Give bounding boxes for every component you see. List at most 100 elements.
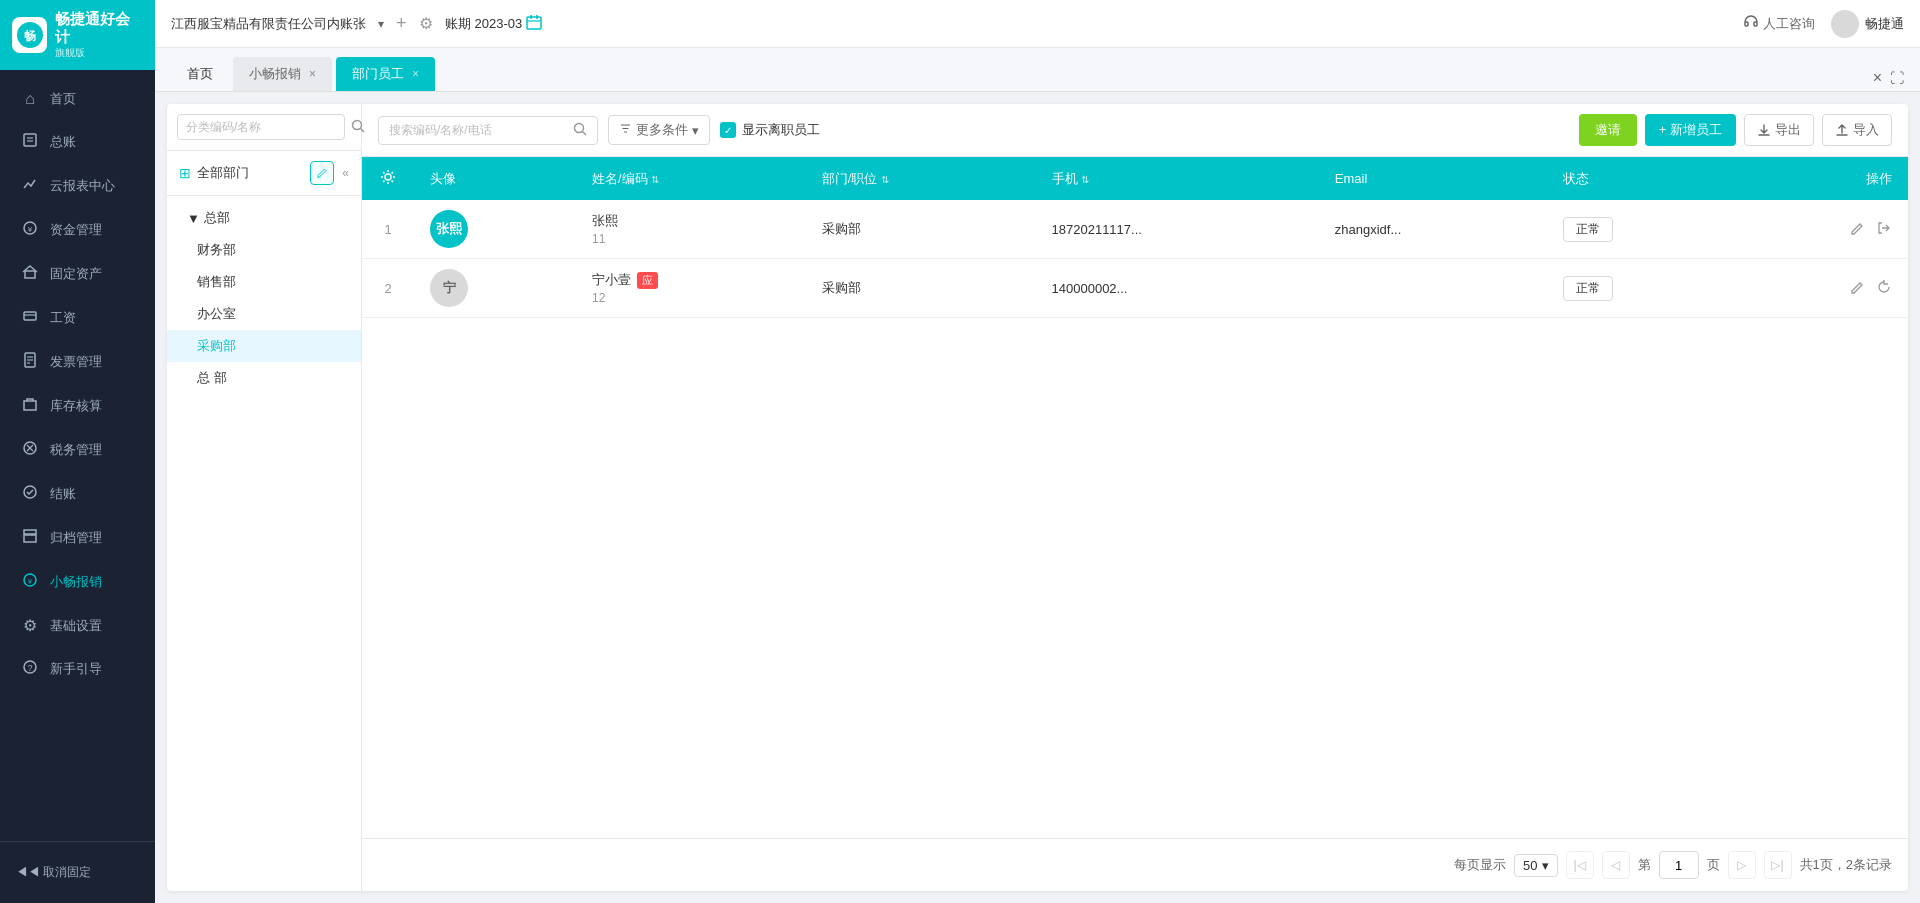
invite-button[interactable]: 邀请 — [1579, 114, 1637, 146]
dept-search-input[interactable] — [177, 114, 345, 140]
prev-page-button[interactable]: ◁ — [1602, 851, 1630, 879]
employee-name: 张熙 — [592, 212, 790, 230]
inventory-icon — [20, 396, 40, 416]
logout-icon[interactable] — [1876, 220, 1892, 239]
employee-code: 12 — [592, 291, 790, 305]
company-dropdown-icon[interactable]: ▾ — [378, 17, 384, 31]
period-label: 账期 — [445, 15, 471, 33]
checkout-icon — [20, 484, 40, 504]
next-page-button[interactable]: ▷ — [1728, 851, 1756, 879]
show-resigned-toggle[interactable]: ✓ 显示离职员工 — [720, 121, 820, 139]
tab-employees[interactable]: 部门员工 × — [336, 57, 435, 91]
sidebar-item-expense[interactable]: ¥ 小畅报销 — [0, 560, 155, 604]
dept-header: ⊞ 全部部门 « — [167, 151, 361, 196]
sidebar-nav: ⌂ 首页 总账 云报表中心 ¥ — [0, 70, 155, 699]
dept-node-root[interactable]: ▼ 总部 — [167, 202, 361, 234]
sidebar-item-tax[interactable]: 税务管理 — [0, 428, 155, 472]
close-window-icon[interactable]: × — [1873, 69, 1882, 87]
sidebar-item-label: 固定资产 — [50, 265, 102, 283]
employee-search-box — [378, 116, 598, 145]
maximize-icon[interactable]: ⛶ — [1890, 70, 1904, 86]
svg-rect-14 — [24, 401, 36, 410]
sidebar: 畅 畅捷通好会计 旗舰版 ⌂ 首页 总账 — [0, 0, 155, 903]
more-filter-button[interactable]: 更多条件 ▾ — [608, 115, 710, 145]
settings-icon: ⚙ — [20, 616, 40, 635]
add-employee-button[interactable]: + 新增员工 — [1645, 114, 1736, 146]
import-button[interactable]: 导入 — [1822, 114, 1892, 146]
tab-employees-close[interactable]: × — [412, 67, 419, 81]
last-page-button[interactable]: ▷| — [1764, 851, 1792, 879]
tab-home[interactable]: 首页 — [171, 57, 229, 91]
col-status: 状态 — [1547, 157, 1737, 200]
sidebar-item-label: 基础设置 — [50, 617, 102, 635]
dept-node-sales[interactable]: 销售部 — [167, 266, 361, 298]
row-dept: 采购部 — [806, 259, 1036, 318]
refresh-icon[interactable] — [1876, 279, 1892, 298]
dept-panel: ⊞ 全部部门 « ▼ 总部 财务部 — [167, 104, 362, 891]
dept-edit-button[interactable] — [310, 161, 334, 185]
dept-tree: ▼ 总部 财务部 销售部 办公室 采购部 — [167, 196, 361, 891]
page-number-input[interactable] — [1659, 851, 1699, 879]
more-filter-label: 更多条件 — [636, 121, 688, 139]
home-icon: ⌂ — [20, 90, 40, 108]
row-dept: 采购部 — [806, 200, 1036, 259]
sidebar-item-inventory[interactable]: 库存核算 — [0, 384, 155, 428]
svg-rect-2 — [24, 134, 36, 146]
topbar-settings-icon[interactable]: ⚙ — [419, 14, 433, 33]
sidebar-item-settings[interactable]: ⚙ 基础设置 — [0, 604, 155, 647]
sidebar-item-guide[interactable]: ? 新手引导 — [0, 647, 155, 691]
user-avatar — [1831, 10, 1859, 38]
dept-node-office[interactable]: 办公室 — [167, 298, 361, 330]
sidebar-item-payroll[interactable]: 工资 — [0, 296, 155, 340]
table-row: 1 张熙 张熙 11 — [362, 200, 1908, 259]
page-suffix-label: 页 — [1707, 856, 1720, 874]
dept-collapse-button[interactable]: « — [342, 166, 349, 180]
tab-xiaochang[interactable]: 小畅报销 × — [233, 57, 332, 91]
edit-icon[interactable] — [1850, 220, 1866, 239]
row-name-code: 宁小壹 应 12 — [576, 259, 806, 318]
col-settings[interactable] — [362, 157, 414, 200]
row-phone: 140000002... — [1036, 259, 1319, 318]
sidebar-item-archive[interactable]: 归档管理 — [0, 516, 155, 560]
dept-node-label: 销售部 — [197, 273, 236, 291]
search-icon[interactable] — [573, 122, 587, 139]
dept-node-general[interactable]: 总 部 — [167, 362, 361, 394]
dept-node-finance[interactable]: 财务部 — [167, 234, 361, 266]
export-button[interactable]: 导出 — [1744, 114, 1814, 146]
row-actions — [1737, 259, 1908, 318]
col-dept[interactable]: 部门/职位 ⇅ — [806, 157, 1036, 200]
per-page-select[interactable]: 50 ▾ — [1514, 854, 1557, 877]
col-name[interactable]: 姓名/编码 ⇅ — [576, 157, 806, 200]
edit-icon[interactable] — [1850, 279, 1866, 298]
sidebar-item-capital[interactable]: ¥ 资金管理 — [0, 208, 155, 252]
status-badge: 正常 — [1563, 217, 1613, 242]
sidebar-item-ledger[interactable]: 总账 — [0, 120, 155, 164]
calendar-icon[interactable] — [526, 14, 542, 33]
show-resigned-checkbox[interactable]: ✓ — [720, 122, 736, 138]
sidebar-item-invoice[interactable]: 发票管理 — [0, 340, 155, 384]
main-area: 江西服宝精品有限责任公司内账张 ▾ + ⚙ 账期 2023-03 人工咨询 — [155, 0, 1920, 903]
sidebar-item-assets[interactable]: 固定资产 — [0, 252, 155, 296]
sidebar-item-checkout[interactable]: 结账 — [0, 472, 155, 516]
sidebar-item-home[interactable]: ⌂ 首页 — [0, 78, 155, 120]
sidebar-item-reports[interactable]: 云报表中心 — [0, 164, 155, 208]
tabs-bar: 首页 小畅报销 × 部门员工 × × ⛶ — [155, 48, 1920, 92]
user-menu[interactable]: 畅捷通 — [1831, 10, 1904, 38]
logo-text: 畅捷通好会计 旗舰版 — [55, 10, 143, 60]
dept-node-purchase[interactable]: 采购部 — [167, 330, 361, 362]
expense-icon: ¥ — [20, 572, 40, 592]
col-phone[interactable]: 手机 ⇅ — [1036, 157, 1319, 200]
first-page-button[interactable]: |◁ — [1566, 851, 1594, 879]
employee-search-input[interactable] — [389, 123, 567, 137]
service-button[interactable]: 人工咨询 — [1743, 14, 1815, 33]
add-company-icon[interactable]: + — [396, 13, 407, 34]
user-name: 畅捷通 — [1865, 15, 1904, 33]
dept-node-label: 采购部 — [197, 337, 236, 355]
tab-xiaochang-close[interactable]: × — [309, 67, 316, 81]
dept-expand-arrow: ▼ — [187, 211, 200, 226]
svg-text:畅: 畅 — [24, 29, 36, 43]
sidebar-item-label: 资金管理 — [50, 221, 102, 239]
cancel-fixed-button[interactable]: ◀◀ 取消固定 — [0, 854, 155, 891]
svg-rect-20 — [24, 535, 36, 542]
ledger-icon — [20, 132, 40, 152]
